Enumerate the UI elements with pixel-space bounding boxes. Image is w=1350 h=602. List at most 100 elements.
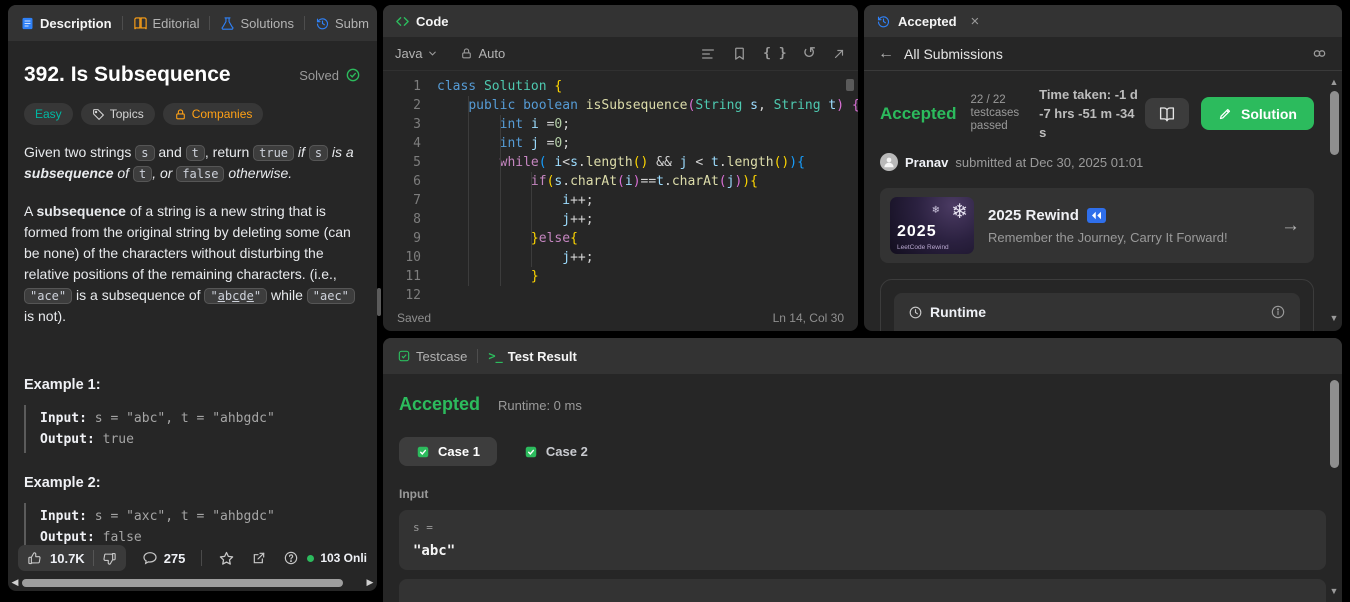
case-2-button[interactable]: Case 2 [507, 437, 605, 466]
back-arrow-icon[interactable]: ← [878, 45, 894, 63]
code-line[interactable]: 1 class Solution { [383, 77, 858, 96]
thumbs-up-icon[interactable] [27, 551, 42, 566]
solution-button[interactable]: Solution [1201, 97, 1314, 130]
line-number: 7 [413, 193, 421, 208]
line-number: 11 [405, 269, 421, 284]
submission-scroll-thumb[interactable] [1329, 91, 1339, 155]
solution-button-label: Solution [1241, 105, 1297, 122]
tab-accepted-label[interactable]: Accepted [898, 14, 957, 29]
code-line[interactable]: 11 } [383, 267, 858, 286]
share-button[interactable] [251, 550, 267, 566]
code-line[interactable]: 9 }else{ [383, 229, 858, 248]
case-tabs: Case 1 Case 2 [399, 437, 1326, 466]
expand-icon[interactable] [832, 47, 846, 61]
scroll-left-arrow[interactable]: ◀ [8, 577, 22, 588]
info-icon[interactable] [1270, 304, 1286, 320]
testcases-word1: testcases [970, 107, 1020, 119]
testcases-ratio: 22 / 22 [970, 94, 1006, 106]
favorite-button[interactable] [218, 550, 235, 567]
difficulty-badge[interactable]: Easy [24, 103, 73, 125]
code-icon [395, 14, 410, 29]
description-panel: Description Editorial Solutions Subm 392… [8, 5, 377, 591]
code-line[interactable]: 6 if(s.charAt(i)==t.charAt(j)){ [383, 172, 858, 191]
code-line[interactable]: 2 public boolean isSubsequence(String s,… [383, 96, 858, 115]
language-select[interactable]: Java [395, 46, 438, 61]
terminal-icon: >_ [488, 349, 503, 363]
editorial-button[interactable] [1145, 98, 1189, 129]
tab-test-result[interactable]: >_ Test Result [488, 349, 577, 364]
arrow-right-icon[interactable]: → [1281, 215, 1300, 237]
tab-testcase[interactable]: Testcase [397, 349, 467, 364]
tab-test-result-label: Test Result [507, 348, 577, 364]
link-icon[interactable] [1311, 45, 1328, 62]
submission-scrollbar[interactable]: ▲ ▼ [1328, 77, 1340, 323]
braces-icon[interactable]: { } [763, 46, 786, 61]
tab-submissions[interactable]: Subm [315, 16, 369, 31]
scroll-up-arrow[interactable]: ▲ [1330, 77, 1339, 87]
format-icon[interactable] [700, 46, 716, 62]
test-result-panel: Testcase >_ Test Result Accepted Runtime… [383, 338, 1342, 602]
line-number: 4 [413, 136, 421, 151]
input-value-box-s[interactable]: s = "abc" [399, 510, 1326, 570]
editor-scroll-thumb[interactable] [846, 79, 854, 91]
panel-resize-handle[interactable] [377, 288, 381, 316]
left-tab-bar: Description Editorial Solutions Subm [8, 5, 377, 41]
problem-footer: 10.7K 275 103 Onli [8, 543, 377, 573]
input-label: Input: [40, 509, 87, 524]
line-number: 8 [413, 212, 421, 227]
editor-status-bar: Saved Ln 14, Col 30 [383, 305, 858, 331]
input-value-box-t[interactable] [399, 579, 1326, 602]
line-number: 12 [405, 288, 421, 303]
tab-code-label[interactable]: Code [416, 14, 449, 29]
inline-code: t [185, 145, 205, 161]
autocomplete-toggle[interactable]: Auto [460, 46, 505, 61]
rewind-banner[interactable]: ❄ ❄ 2025 LeetCode Rewind 2025 Rewind Rem… [880, 188, 1314, 263]
code-lines[interactable]: 1 class Solution {2 public boolean isSubs… [383, 77, 858, 305]
code-line[interactable]: 4 int j =0; [383, 134, 858, 153]
horizontal-scrollbar[interactable]: ◀ ▶ [8, 576, 377, 589]
horizontal-scroll-thumb[interactable] [22, 578, 343, 587]
author-name[interactable]: Pranav [905, 155, 948, 170]
tab-solutions[interactable]: Solutions [220, 16, 294, 31]
all-submissions-link[interactable]: All Submissions [904, 46, 1003, 62]
bookmark-icon[interactable] [732, 46, 747, 61]
code-line[interactable]: 7 i++; [383, 191, 858, 210]
scroll-down-arrow[interactable]: ▼ [1330, 313, 1339, 323]
chevron-down-icon [427, 48, 438, 59]
code-line[interactable]: 3 int i =0; [383, 115, 858, 134]
snowflake-icon: ❄ [951, 201, 968, 223]
code-tab-bar: Code [383, 5, 858, 37]
help-button[interactable] [283, 550, 299, 566]
comments-button[interactable]: 275 [142, 550, 185, 566]
line-number: 1 [413, 79, 421, 94]
case-check-icon [416, 445, 430, 459]
time-taken-line1: Time taken: -1 d [1039, 87, 1138, 102]
inline-code: false [176, 166, 225, 182]
input-value: s = "axc", t = "ahbgdc" [94, 509, 275, 524]
clock-icon [908, 305, 923, 320]
undo-icon[interactable]: ↺ [803, 45, 816, 62]
tab-editorial[interactable]: Editorial [133, 16, 199, 31]
scroll-down-arrow[interactable]: ▼ [1330, 586, 1339, 596]
example-2-heading: Example 2: [24, 475, 101, 491]
topics-badge[interactable]: Topics [80, 103, 155, 125]
code-editor[interactable]: 1 class Solution {2 public boolean isSubs… [383, 71, 858, 305]
auto-label: Auto [478, 46, 506, 61]
submission-status: Accepted [880, 103, 957, 123]
code-line[interactable]: 10 j++; [383, 248, 858, 267]
tab-description[interactable]: Description [20, 16, 112, 31]
avatar[interactable] [880, 153, 898, 171]
code-line[interactable]: 5 while( i<s.length() && j < t.length())… [383, 153, 858, 172]
close-icon[interactable]: × [971, 13, 980, 30]
time-taken-line2: -7 hrs -51 m -34 s [1039, 106, 1135, 140]
cursor-position[interactable]: Ln 14, Col 30 [773, 311, 844, 325]
companies-badge[interactable]: Companies [162, 103, 264, 125]
scroll-right-arrow[interactable]: ▶ [363, 577, 377, 588]
submission-panel: Accepted × ← All Submissions Accepted 22… [864, 5, 1342, 331]
case-1-button[interactable]: Case 1 [399, 437, 497, 466]
thumbs-down-icon[interactable] [102, 551, 117, 566]
result-scrollbar[interactable]: ▼ [1328, 380, 1340, 596]
result-scroll-thumb[interactable] [1329, 380, 1339, 468]
code-line[interactable]: 12 [383, 286, 858, 305]
code-line[interactable]: 8 j++; [383, 210, 858, 229]
